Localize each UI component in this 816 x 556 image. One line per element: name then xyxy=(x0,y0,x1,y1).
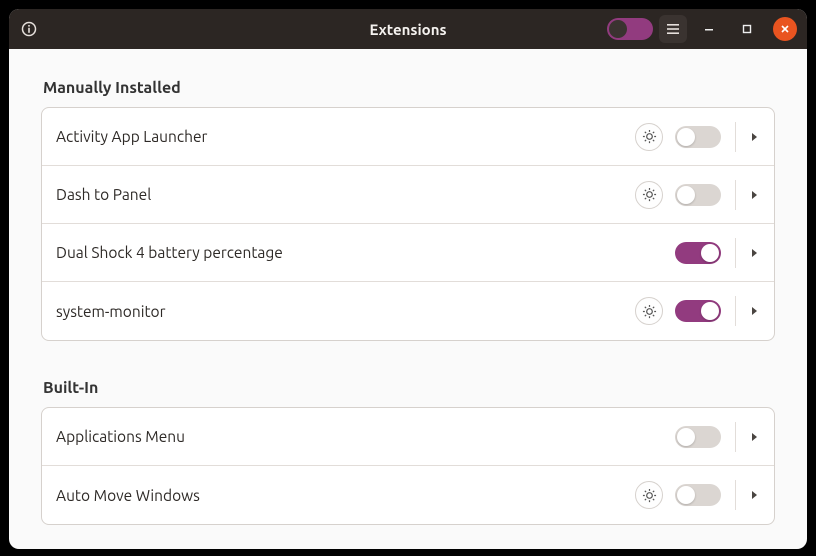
close-button[interactable] xyxy=(773,17,797,41)
chevron-right-icon xyxy=(751,248,759,258)
chevron-right-icon xyxy=(751,432,759,442)
manual-extensions-list: Activity App Launcher Dash to Panel xyxy=(41,107,775,341)
builtin-extensions-list: Applications Menu Auto Move Windows xyxy=(41,407,775,525)
extension-name: system-monitor xyxy=(56,303,635,320)
settings-button[interactable] xyxy=(635,481,663,509)
expand-button[interactable] xyxy=(750,248,760,258)
extension-name: Applications Menu xyxy=(56,428,675,445)
extension-toggle[interactable] xyxy=(675,184,721,206)
gear-icon xyxy=(642,488,657,503)
extension-toggle[interactable] xyxy=(675,126,721,148)
extension-name: Activity App Launcher xyxy=(56,128,635,145)
chevron-right-icon xyxy=(751,490,759,500)
extension-toggle[interactable] xyxy=(675,242,721,264)
extension-toggle[interactable] xyxy=(675,300,721,322)
gear-icon xyxy=(642,304,657,319)
gear-icon xyxy=(642,129,657,144)
chevron-right-icon xyxy=(751,306,759,316)
settings-button[interactable] xyxy=(635,181,663,209)
extension-name: Dash to Panel xyxy=(56,186,635,203)
chevron-right-icon xyxy=(751,190,759,200)
expand-button[interactable] xyxy=(750,132,760,142)
window-title: Extensions xyxy=(369,21,446,38)
extension-row: Dash to Panel xyxy=(42,166,774,224)
extension-row: Dual Shock 4 battery percentage xyxy=(42,224,774,282)
titlebar: Extensions xyxy=(9,9,807,49)
extension-toggle[interactable] xyxy=(675,426,721,448)
section-title-builtin: Built-In xyxy=(43,379,775,397)
expand-button[interactable] xyxy=(750,432,760,442)
settings-button[interactable] xyxy=(635,123,663,151)
global-extensions-toggle[interactable] xyxy=(607,18,653,40)
extension-name: Auto Move Windows xyxy=(56,487,635,504)
expand-button[interactable] xyxy=(750,490,760,500)
extension-name: Dual Shock 4 battery percentage xyxy=(56,244,675,261)
minimize-button[interactable] xyxy=(697,17,721,41)
expand-button[interactable] xyxy=(750,306,760,316)
about-button[interactable] xyxy=(15,15,43,43)
extension-row: Applications Menu xyxy=(42,408,774,466)
extensions-window: Extensions Manually Installed Activity A… xyxy=(9,9,807,549)
extension-row: Auto Move Windows xyxy=(42,466,774,524)
maximize-button[interactable] xyxy=(735,17,759,41)
extension-row: Activity App Launcher xyxy=(42,108,774,166)
extension-toggle[interactable] xyxy=(675,484,721,506)
expand-button[interactable] xyxy=(750,190,760,200)
extension-row: system-monitor xyxy=(42,282,774,340)
menu-button[interactable] xyxy=(659,15,687,43)
section-title-manual: Manually Installed xyxy=(43,79,775,97)
chevron-right-icon xyxy=(751,132,759,142)
settings-button[interactable] xyxy=(635,297,663,325)
content-area: Manually Installed Activity App Launcher… xyxy=(9,49,807,549)
gear-icon xyxy=(642,187,657,202)
